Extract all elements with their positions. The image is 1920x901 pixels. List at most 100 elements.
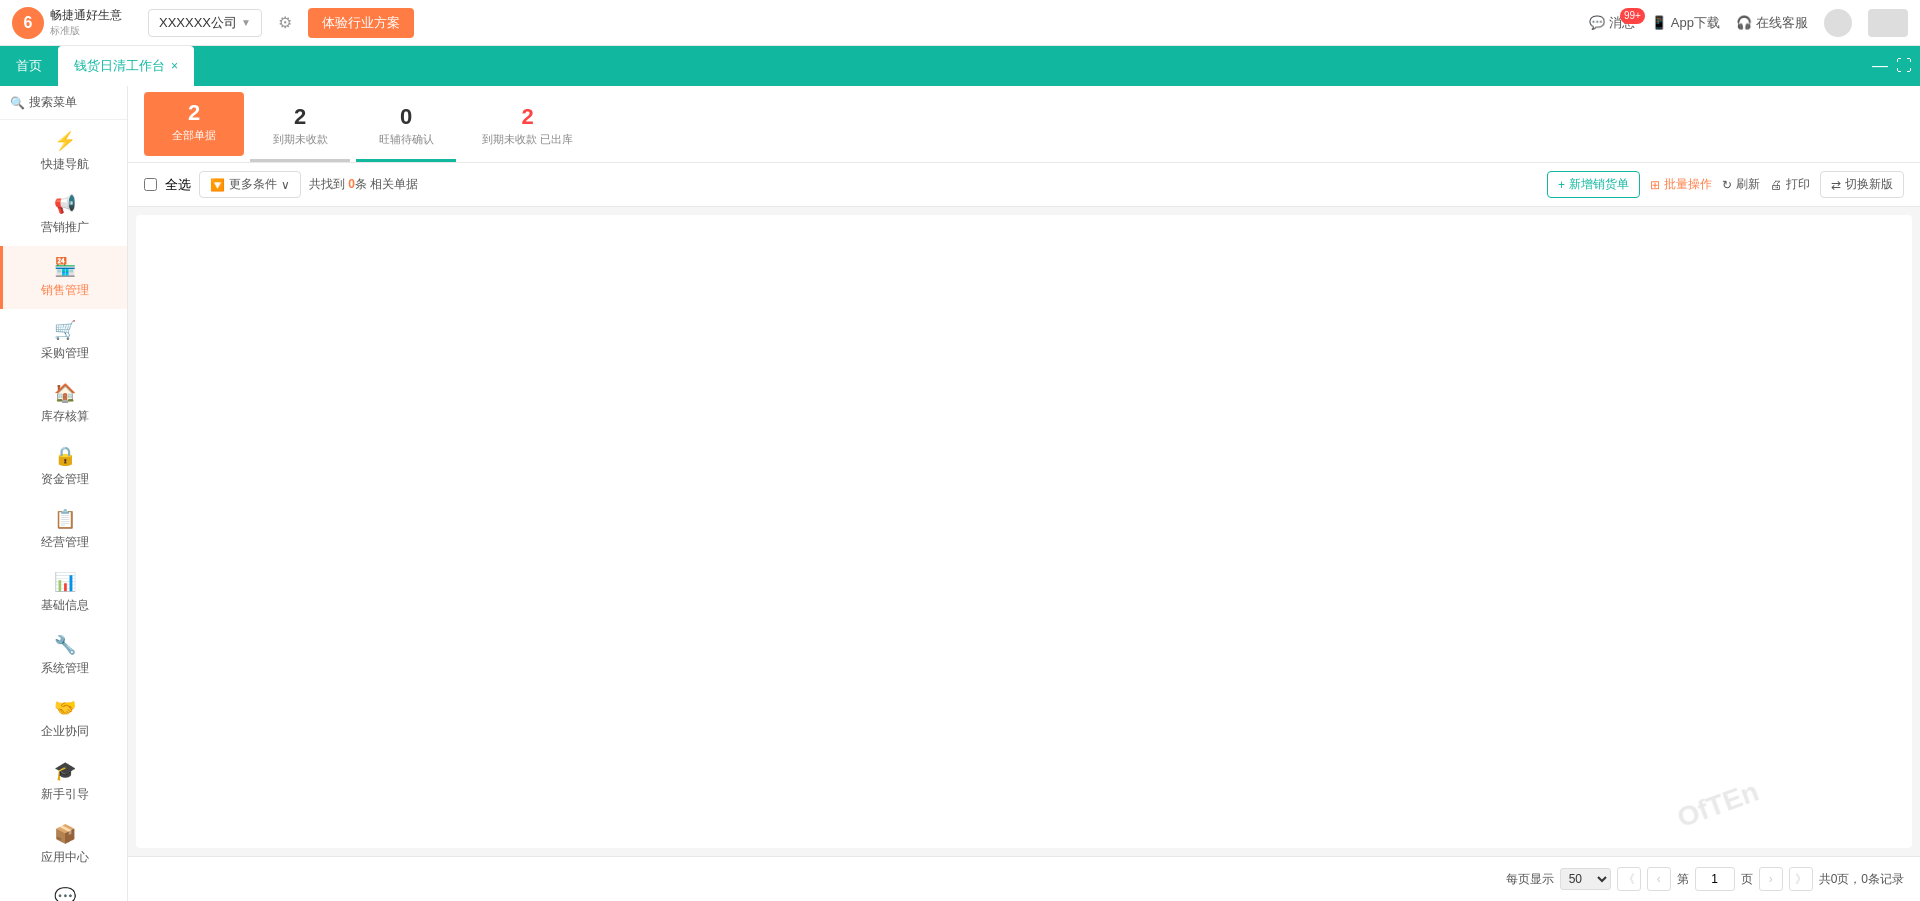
tab-close-icon[interactable]: ×: [171, 59, 178, 73]
sales-label: 销售管理: [41, 282, 89, 299]
stat-tab-pending[interactable]: 0 旺辅待确认: [356, 92, 456, 162]
marketing-label: 营销推广: [41, 219, 89, 236]
search-icon: 🔍: [10, 96, 25, 110]
batch-button[interactable]: ⊞ 批量操作: [1650, 176, 1712, 193]
sidebar-search-label: 搜索菜单: [29, 94, 77, 111]
toolbar: 全选 🔽 更多条件 ∨ 共找到 0条 相关单据 + 新增销货单 ⊞ 批量操作: [128, 163, 1920, 207]
refresh-label: 刷新: [1736, 176, 1760, 193]
refresh-button[interactable]: ↻ 刷新: [1722, 176, 1760, 193]
user-name-btn[interactable]: [1868, 9, 1908, 37]
sidebar-item-basic-info[interactable]: 📊 基础信息: [0, 561, 127, 624]
print-label: 打印: [1786, 176, 1810, 193]
nav-tab-controls: — ⛶: [1872, 57, 1920, 75]
finance-label: 资金管理: [41, 471, 89, 488]
content-area: 2 全部单据 2 到期未收款 0 旺辅待确认 2 到期未收款 已出库 全选: [128, 86, 1920, 901]
finance-icon: 🔒: [54, 445, 76, 467]
user-avatar[interactable]: [1824, 9, 1852, 37]
filter-button[interactable]: 🔽 更多条件 ∨: [199, 171, 301, 198]
sidebar-item-wechat[interactable]: 💬 企业微信: [0, 876, 127, 901]
stat-tab-shipped[interactable]: 2 到期未收款 已出库: [462, 92, 593, 162]
top-right-actions: 💬 消息 99+ 📱 App下载 🎧 在线客服: [1589, 9, 1908, 37]
newbie-label: 新手引导: [41, 786, 89, 803]
purchase-icon: 🛒: [54, 319, 76, 341]
per-page-select[interactable]: 50 100 200: [1560, 868, 1611, 890]
tab-maximize-icon[interactable]: ⛶: [1896, 57, 1912, 75]
company-name: XXXXXX公司: [159, 14, 237, 32]
sidebar-item-newbie[interactable]: 🎓 新手引导: [0, 750, 127, 813]
sidebar-item-enterprise[interactable]: 🤝 企业协同: [0, 687, 127, 750]
print-button[interactable]: 🖨 打印: [1770, 176, 1810, 193]
batch-icon: ⊞: [1650, 178, 1660, 192]
online-service-item[interactable]: 🎧 在线客服: [1736, 14, 1808, 32]
first-page-button[interactable]: 《: [1617, 867, 1641, 891]
nav-tabs-bar: 首页 钱货日清工作台 × — ⛶: [0, 46, 1920, 86]
sales-icon: 🏪: [54, 256, 76, 278]
sidebar-item-operations[interactable]: 📋 经营管理: [0, 498, 127, 561]
print-icon: 🖨: [1770, 178, 1782, 192]
sidebar-item-purchase[interactable]: 🛒 采购管理: [0, 309, 127, 372]
tab-home[interactable]: 首页: [0, 46, 58, 86]
stat-pending-label: 旺辅待确认: [379, 132, 434, 147]
online-service-icon: 🎧: [1736, 15, 1752, 30]
message-icon: 💬: [1589, 15, 1605, 30]
tab-workbench-label: 钱货日清工作台: [74, 57, 165, 75]
select-all-checkbox[interactable]: [144, 178, 157, 191]
switch-version-button[interactable]: ⇄ 切换新版: [1820, 171, 1904, 198]
company-selector[interactable]: XXXXXX公司 ▼: [148, 9, 262, 37]
select-all-label: 全选: [165, 176, 191, 194]
toolbar-left: 全选 🔽 更多条件 ∨ 共找到 0条 相关单据: [144, 171, 1537, 198]
sidebar-item-system[interactable]: 🔧 系统管理: [0, 624, 127, 687]
tab-workbench[interactable]: 钱货日清工作台 ×: [58, 46, 194, 86]
newbie-icon: 🎓: [54, 760, 76, 782]
app-download-item[interactable]: 📱 App下载: [1651, 14, 1720, 32]
message-item[interactable]: 💬 消息 99+: [1589, 14, 1635, 32]
add-sale-label: 新增销货单: [1569, 176, 1629, 193]
wechat-icon: 💬: [54, 886, 76, 901]
switch-icon: ⇄: [1831, 178, 1841, 192]
stat-overdue-label: 到期未收款: [273, 132, 328, 147]
settings-icon[interactable]: ⚙: [270, 8, 300, 38]
app-center-icon: 📦: [54, 823, 76, 845]
sidebar: 🔍 搜索菜单 ⚡ 快捷导航 📢 营销推广 🏪 销售管理 🛒 采购管理 🏠 库存核…: [0, 86, 128, 901]
prev-page-button[interactable]: ‹: [1647, 867, 1671, 891]
found-text: 共找到 0条 相关单据: [309, 176, 418, 193]
batch-label: 批量操作: [1664, 176, 1712, 193]
app-download-label: App下载: [1671, 14, 1720, 32]
table-area: [136, 215, 1912, 848]
quick-nav-label: 快捷导航: [41, 156, 89, 173]
sidebar-item-sales[interactable]: 🏪 销售管理: [0, 246, 127, 309]
last-page-button[interactable]: 》: [1789, 867, 1813, 891]
filter-arrow: ∨: [281, 178, 290, 192]
app-center-label: 应用中心: [41, 849, 89, 866]
add-icon: +: [1558, 178, 1565, 192]
inventory-label: 库存核算: [41, 408, 89, 425]
sidebar-search[interactable]: 🔍 搜索菜单: [0, 86, 127, 120]
stat-tab-all[interactable]: 2 全部单据: [144, 92, 244, 156]
sidebar-item-inventory[interactable]: 🏠 库存核算: [0, 372, 127, 435]
add-sale-button[interactable]: + 新增销货单: [1547, 171, 1640, 198]
next-page-button[interactable]: ›: [1759, 867, 1783, 891]
page-prefix-label: 第: [1677, 871, 1689, 888]
stat-overdue-num: 2: [294, 104, 306, 130]
stat-all-num: 2: [188, 100, 200, 126]
trial-button[interactable]: 体验行业方案: [308, 8, 414, 38]
sidebar-item-marketing[interactable]: 📢 营销推广: [0, 183, 127, 246]
app-download-icon: 📱: [1651, 15, 1667, 30]
sidebar-item-quick-nav[interactable]: ⚡ 快捷导航: [0, 120, 127, 183]
tab-minimize-icon[interactable]: —: [1872, 57, 1888, 75]
basic-info-icon: 📊: [54, 571, 76, 593]
page-suffix-label: 页: [1741, 871, 1753, 888]
filter-label: 更多条件: [229, 176, 277, 193]
enterprise-label: 企业协同: [41, 723, 89, 740]
page-number-input[interactable]: [1695, 867, 1735, 891]
sidebar-item-app-center[interactable]: 📦 应用中心: [0, 813, 127, 876]
basic-info-label: 基础信息: [41, 597, 89, 614]
switch-label: 切换新版: [1845, 176, 1893, 193]
sidebar-item-finance[interactable]: 🔒 资金管理: [0, 435, 127, 498]
per-page-label: 每页显示: [1506, 871, 1554, 888]
online-service-label: 在线客服: [1756, 14, 1808, 32]
stat-tab-overdue[interactable]: 2 到期未收款: [250, 92, 350, 162]
top-bar: 6 畅捷通好生意 标准版 XXXXXX公司 ▼ ⚙ 体验行业方案 💬 消息 99…: [0, 0, 1920, 46]
purchase-label: 采购管理: [41, 345, 89, 362]
message-badge: 99+: [1620, 8, 1645, 24]
